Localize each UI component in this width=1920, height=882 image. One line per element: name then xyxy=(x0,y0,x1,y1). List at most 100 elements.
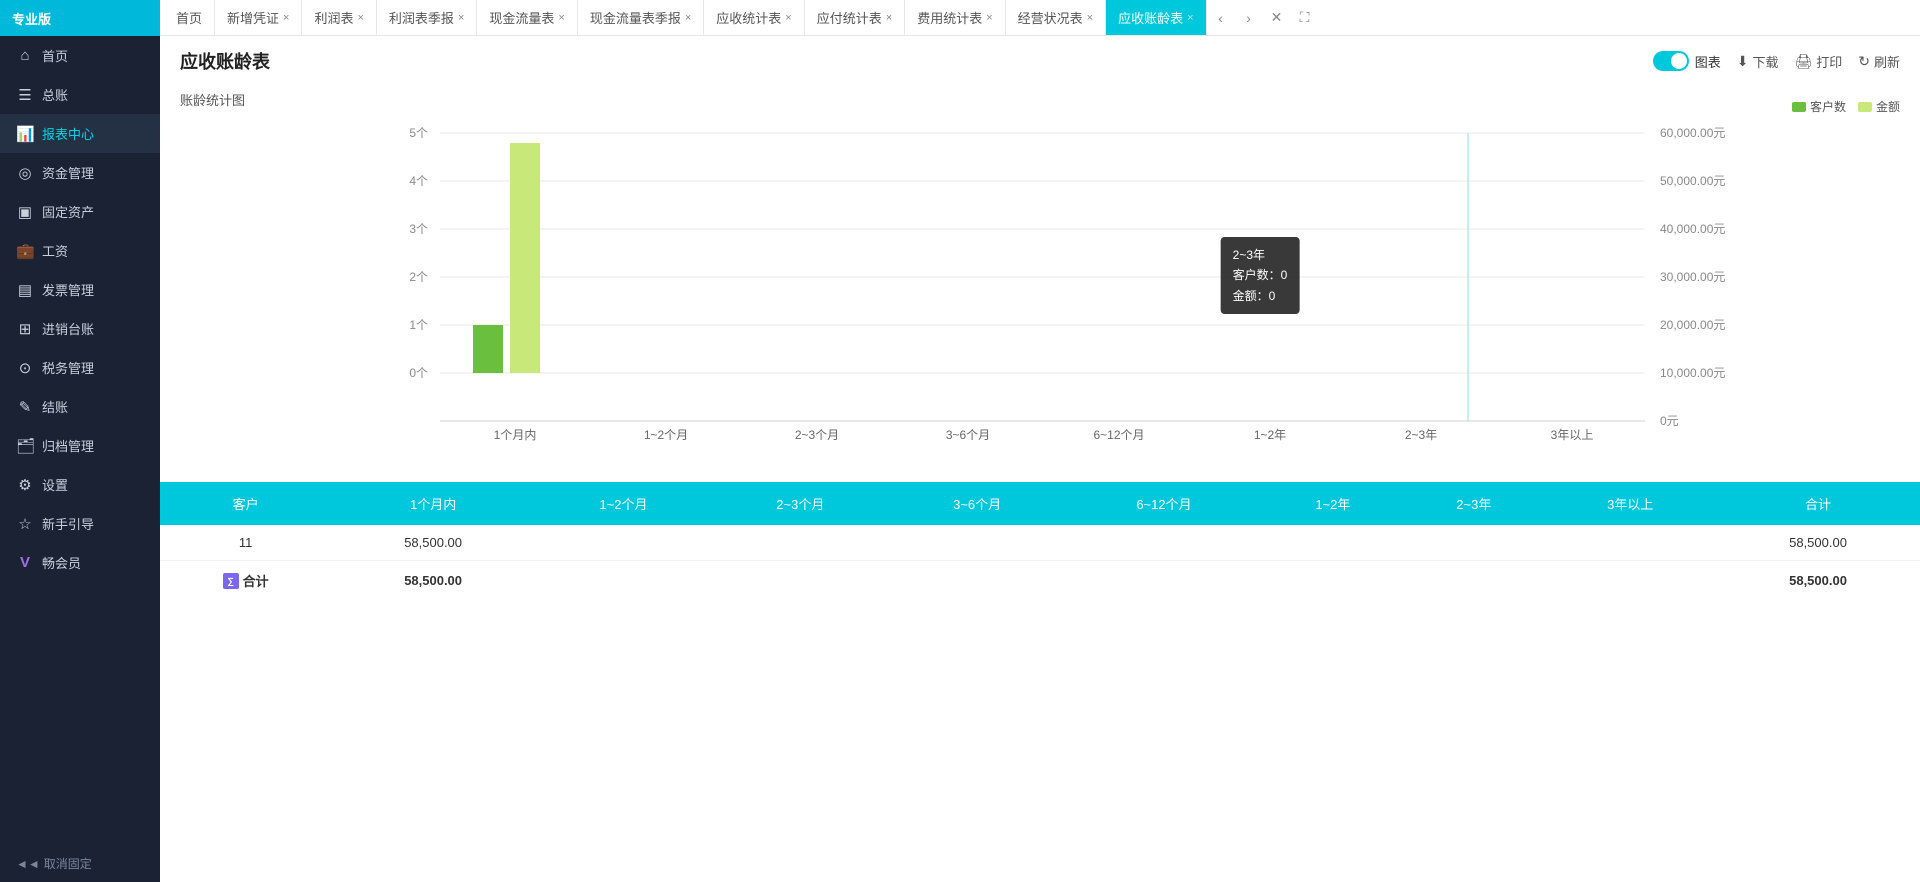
page-header: 应收账龄表 图表 ⬇ 下载 🖨 打印 ↻ 刷新 xyxy=(160,36,1920,82)
legend-customer-label: 客户数 xyxy=(1810,98,1846,115)
chart-toggle[interactable]: 图表 xyxy=(1653,51,1721,71)
sidebar-item-guide[interactable]: ☆ 新手引导 xyxy=(0,504,160,543)
footer-y2-3 xyxy=(1403,561,1544,601)
unpin-button[interactable]: ◄◄ 取消固定 xyxy=(0,845,160,882)
tab-ap-stats-close[interactable]: × xyxy=(886,12,892,24)
tab-cashflow-quarter-close[interactable]: × xyxy=(685,12,691,24)
tab-ap-stats[interactable]: 应付统计表 × xyxy=(805,0,905,35)
sidebar-item-closing[interactable]: ✎ 结账 xyxy=(0,387,160,426)
tab-profit-quarter-close[interactable]: × xyxy=(458,12,464,24)
total-icon-wrapper: ∑ 合计 xyxy=(223,571,269,590)
tab-voucher-label: 新增凭证 xyxy=(227,8,279,27)
table-section: 客户 1个月内 1~2个月 2~3个月 3~6个月 6~12个月 1~2年 2~… xyxy=(160,482,1920,882)
cell-m2-3 xyxy=(712,525,889,561)
tab-profit-quarter[interactable]: 利润表季报 × xyxy=(377,0,477,35)
tab-ar-aging[interactable]: 应收账龄表 × xyxy=(1106,0,1206,35)
svg-text:2个: 2个 xyxy=(409,270,428,284)
svg-text:6~12个月: 6~12个月 xyxy=(1093,428,1144,442)
sidebar-item-settings[interactable]: ⚙ 设置 xyxy=(0,465,160,504)
tab-voucher[interactable]: 新增凭证 × xyxy=(215,0,302,35)
tab-expand-button[interactable]: ⛶ xyxy=(1291,0,1319,35)
sidebar-item-archive[interactable]: 🗂 归档管理 xyxy=(0,426,160,465)
page-title: 应收账龄表 xyxy=(180,48,270,74)
toggle-track[interactable] xyxy=(1653,51,1689,71)
tab-expense-stats[interactable]: 费用统计表 × xyxy=(905,0,1005,35)
col-m3-6: 3~6个月 xyxy=(889,482,1066,525)
svg-text:5个: 5个 xyxy=(409,126,428,140)
sidebar-item-label: 工资 xyxy=(42,241,68,260)
refresh-button[interactable]: ↻ 刷新 xyxy=(1858,52,1900,71)
tab-ar-stats-label: 应收统计表 xyxy=(716,8,781,27)
sidebar-item-ledger[interactable]: ☰ 总账 xyxy=(0,75,160,114)
sidebar-item-funds[interactable]: ◎ 资金管理 xyxy=(0,153,160,192)
sidebar-item-invoice[interactable]: ▤ 发票管理 xyxy=(0,270,160,309)
bar-customer-0 xyxy=(473,325,503,373)
sidebar-item-home[interactable]: ⌂ 首页 xyxy=(0,36,160,75)
col-customer: 客户 xyxy=(160,482,331,525)
home-icon: ⌂ xyxy=(16,47,34,64)
page-content: 应收账龄表 图表 ⬇ 下载 🖨 打印 ↻ 刷新 xyxy=(160,36,1920,882)
tab-biz-status[interactable]: 经营状况表 × xyxy=(1006,0,1106,35)
tab-ar-aging-close[interactable]: × xyxy=(1187,12,1193,24)
tab-profit[interactable]: 利润表 × xyxy=(302,0,376,35)
legend-customer: 客户数 xyxy=(1792,98,1846,115)
download-label: 下载 xyxy=(1752,52,1778,71)
tab-biz-status-close[interactable]: × xyxy=(1087,12,1093,24)
chart-legend: 客户数 金额 xyxy=(1792,98,1900,115)
legend-amount-label: 金额 xyxy=(1876,98,1900,115)
sidebar-item-label: 畅会员 xyxy=(42,553,81,572)
sidebar-item-label: 发票管理 xyxy=(42,280,94,299)
footer-m2-3 xyxy=(712,561,889,601)
refresh-label: 刷新 xyxy=(1874,52,1900,71)
sidebar-logo: 专业版 xyxy=(0,0,160,36)
cell-y2-3 xyxy=(1403,525,1544,561)
footer-m6-12 xyxy=(1066,561,1263,601)
sidebar-item-label: 设置 xyxy=(42,475,68,494)
tab-expense-stats-close[interactable]: × xyxy=(986,12,992,24)
footer-label-text: 合计 xyxy=(243,571,269,590)
tab-profit-close[interactable]: × xyxy=(357,12,363,24)
tab-cashflow[interactable]: 现金流量表 × xyxy=(477,0,577,35)
tab-close-all-button[interactable]: ✕ xyxy=(1263,0,1291,35)
svg-text:30,000.00元: 30,000.00元 xyxy=(1660,270,1725,284)
tab-cashflow-quarter[interactable]: 现金流量表季报 × xyxy=(578,0,704,35)
svg-text:1个月内: 1个月内 xyxy=(494,428,537,442)
tab-voucher-close[interactable]: × xyxy=(283,12,289,24)
col-total: 合计 xyxy=(1716,482,1920,525)
sidebar-item-label: 资金管理 xyxy=(42,163,94,182)
tab-bar: 首页 新增凭证 × 利润表 × 利润表季报 × 现金流量表 × 现金流量表季报 … xyxy=(160,0,1920,36)
sidebar-item-assets[interactable]: ▣ 固定资产 xyxy=(0,192,160,231)
sidebar-item-label: 归档管理 xyxy=(42,436,94,455)
col-m6-12: 6~12个月 xyxy=(1066,482,1263,525)
print-button[interactable]: 🖨 打印 xyxy=(1794,52,1842,71)
sidebar-item-reports[interactable]: 📊 报表中心 xyxy=(0,114,160,153)
tab-ar-stats-close[interactable]: × xyxy=(785,12,791,24)
download-button[interactable]: ⬇ 下载 xyxy=(1737,52,1779,71)
tab-ar-aging-label: 应收账龄表 xyxy=(1118,8,1183,27)
tab-cashflow-close[interactable]: × xyxy=(558,12,564,24)
print-icon: 🖨 xyxy=(1794,53,1812,70)
col-m1-2: 1~2个月 xyxy=(535,482,712,525)
chart-title: 账龄统计图 xyxy=(180,82,1900,109)
stock-icon: ⊞ xyxy=(16,320,34,338)
header-actions: 图表 ⬇ 下载 🖨 打印 ↻ 刷新 xyxy=(1653,51,1900,71)
sidebar-item-member[interactable]: V 畅会员 xyxy=(0,543,160,582)
legend-amount: 金额 xyxy=(1858,98,1900,115)
tab-home[interactable]: 首页 xyxy=(164,0,215,35)
tab-next-button[interactable]: › xyxy=(1235,0,1263,35)
col-y1-2: 1~2年 xyxy=(1262,482,1403,525)
sidebar-item-salary[interactable]: 💼 工资 xyxy=(0,231,160,270)
guide-icon: ☆ xyxy=(16,515,34,533)
svg-text:50,000.00元: 50,000.00元 xyxy=(1660,174,1725,188)
svg-text:40,000.00元: 40,000.00元 xyxy=(1660,222,1725,236)
footer-y3plus xyxy=(1544,561,1716,601)
table-header-row: 客户 1个月内 1~2个月 2~3个月 3~6个月 6~12个月 1~2年 2~… xyxy=(160,482,1920,525)
sidebar-item-label: 进销台账 xyxy=(42,319,94,338)
assets-icon: ▣ xyxy=(16,203,34,221)
sidebar-item-tax[interactable]: ⊙ 税务管理 xyxy=(0,348,160,387)
tab-expense-stats-label: 费用统计表 xyxy=(917,8,982,27)
sidebar-item-stock[interactable]: ⊞ 进销台账 xyxy=(0,309,160,348)
chart-container: 账龄统计图 客户数 金额 5个 4个 3个 2个 1个 xyxy=(160,82,1920,482)
tab-prev-button[interactable]: ‹ xyxy=(1207,0,1235,35)
tab-ar-stats[interactable]: 应收统计表 × xyxy=(704,0,804,35)
